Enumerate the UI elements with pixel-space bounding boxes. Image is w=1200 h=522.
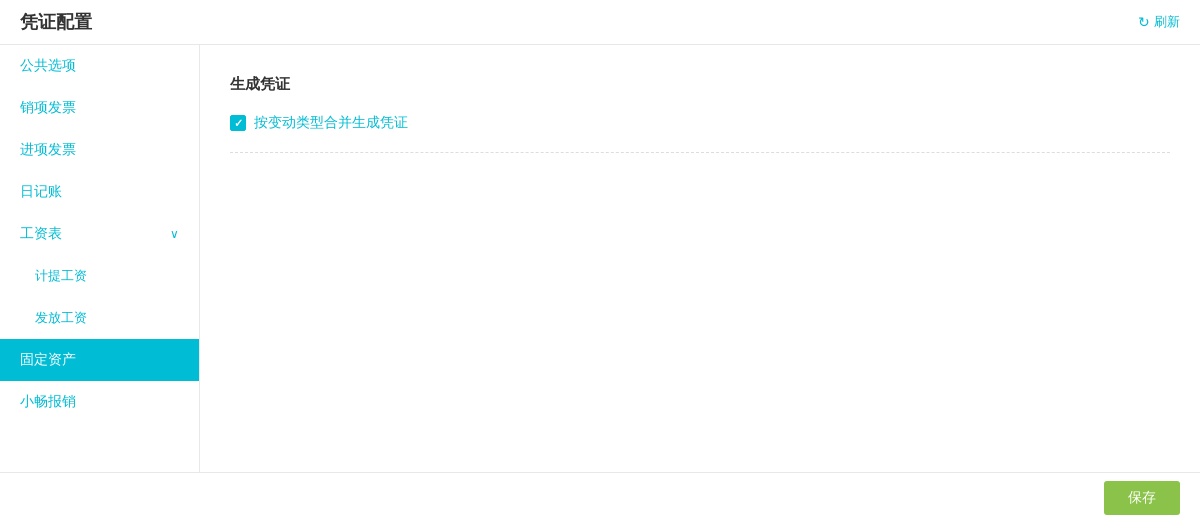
sidebar-item-expense-report[interactable]: 小畅报销	[0, 381, 199, 423]
chevron-down-icon: ∨	[170, 227, 179, 241]
merge-by-type-checkbox[interactable]: ✓	[230, 115, 246, 131]
checkbox-row: ✓ 按变动类型合并生成凭证	[230, 114, 1170, 132]
header: 凭证配置 ↻ 刷新	[0, 0, 1200, 45]
sidebar-item-label: 小畅报销	[20, 393, 76, 411]
sidebar-item-payroll-distribute[interactable]: 发放工资	[0, 297, 199, 339]
sidebar-item-label: 日记账	[20, 183, 62, 201]
checkmark-icon: ✓	[234, 117, 243, 130]
sidebar-item-label: 工资表	[20, 225, 62, 243]
sidebar-item-label: 销项发票	[20, 99, 76, 117]
section-divider	[230, 152, 1170, 153]
sidebar-item-label: 固定资产	[20, 351, 76, 369]
refresh-label: 刷新	[1154, 13, 1180, 31]
page-wrapper: 凭证配置 ↻ 刷新 公共选项 销项发票 进项发票 日记账 工资表 ∨	[0, 0, 1200, 522]
section-title: 生成凭证	[230, 75, 1170, 94]
sidebar-item-label: 计提工资	[35, 267, 87, 285]
sidebar-item-payroll-table[interactable]: 工资表 ∨	[0, 213, 199, 255]
sidebar-item-payroll-calc[interactable]: 计提工资	[0, 255, 199, 297]
sidebar-item-label: 发放工资	[35, 309, 87, 327]
sidebar: 公共选项 销项发票 进项发票 日记账 工资表 ∨ 计提工资 发放工资 固定资	[0, 45, 200, 472]
sidebar-item-sales-invoice[interactable]: 销项发票	[0, 87, 199, 129]
main-content: 生成凭证 ✓ 按变动类型合并生成凭证	[200, 45, 1200, 472]
checkbox-label[interactable]: 按变动类型合并生成凭证	[254, 114, 408, 132]
footer: 保存	[0, 472, 1200, 522]
sidebar-item-journal[interactable]: 日记账	[0, 171, 199, 213]
refresh-icon: ↻	[1138, 14, 1150, 30]
sidebar-item-purchase-invoice[interactable]: 进项发票	[0, 129, 199, 171]
page-title: 凭证配置	[20, 10, 92, 34]
body: 公共选项 销项发票 进项发票 日记账 工资表 ∨ 计提工资 发放工资 固定资	[0, 45, 1200, 472]
sidebar-item-label: 进项发票	[20, 141, 76, 159]
refresh-button[interactable]: ↻ 刷新	[1138, 13, 1180, 31]
sidebar-item-fixed-assets[interactable]: 固定资产	[0, 339, 199, 381]
save-button[interactable]: 保存	[1104, 481, 1180, 515]
sidebar-item-label: 公共选项	[20, 57, 76, 75]
sidebar-item-public-options[interactable]: 公共选项	[0, 45, 199, 87]
